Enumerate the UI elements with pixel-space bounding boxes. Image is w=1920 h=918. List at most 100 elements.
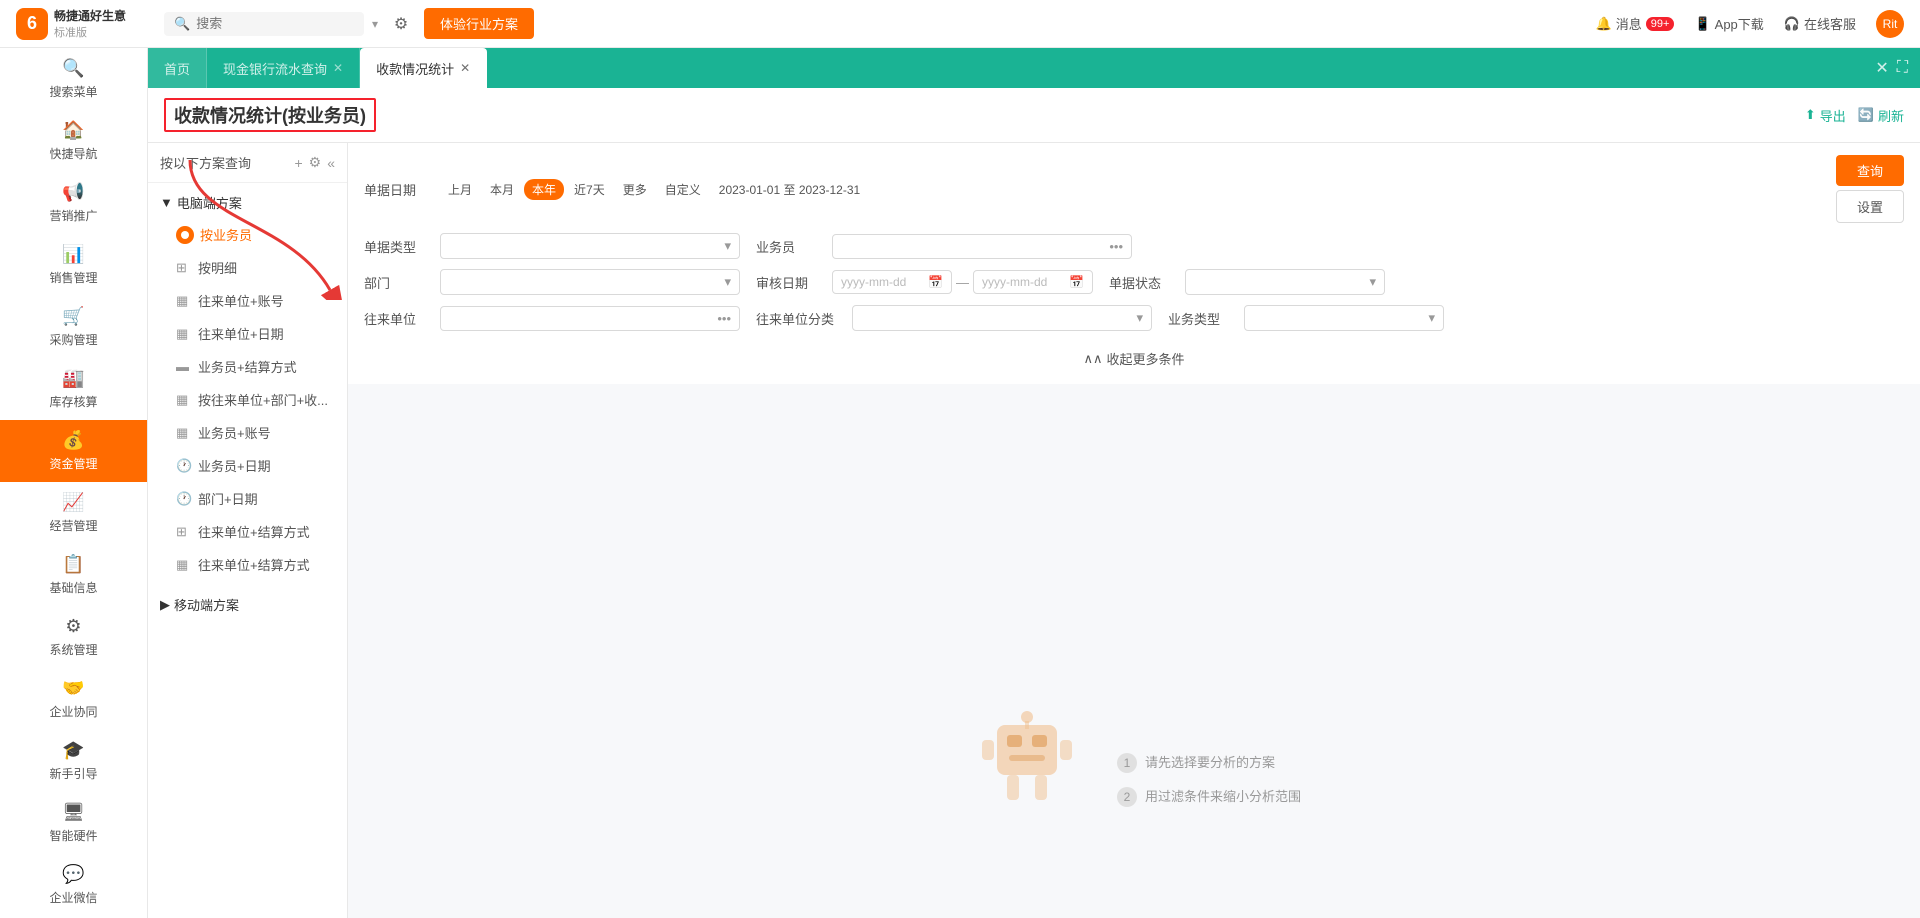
collapse-filter-button[interactable]: ∧∧ 收起更多条件	[364, 341, 1904, 376]
finance-icon: 💰	[62, 430, 84, 451]
sidebar-item-basic[interactable]: 📋 基础信息	[0, 544, 147, 606]
date-tab-custom[interactable]: 自定义	[657, 179, 709, 200]
sidebar: 🔍 搜索菜单 🏠 快捷导航 📢 营销推广 📊 销售管理 🛒 采购管理 🏭 库存核…	[0, 48, 148, 918]
sidebar-search-label: 搜索菜单	[49, 83, 97, 100]
gear-icon[interactable]: ⚙	[386, 9, 416, 39]
date-tab-lastmonth[interactable]: 上月	[440, 179, 480, 200]
date-tab-more[interactable]: 更多	[615, 179, 655, 200]
chevron-down-icon[interactable]: ▾	[372, 17, 378, 31]
salesperson-select[interactable]: •••	[832, 234, 1132, 259]
sidebar-item-marketing[interactable]: 📢 营销推广	[0, 172, 147, 234]
sidebar-item-finance[interactable]: 💰 资金管理	[0, 420, 147, 482]
review-date-start-placeholder: yyyy-mm-dd	[841, 275, 906, 289]
counterpart-select[interactable]: •••	[440, 306, 740, 331]
left-scheme-panel: 按以下方案查询 + ⚙ « ▼ 电脑端方案	[148, 143, 348, 918]
scheme-item-detail[interactable]: ⊞ 按明细	[148, 251, 347, 284]
left-panel-title: 按以下方案查询	[160, 153, 251, 172]
date-tab-thisyear[interactable]: 本年	[524, 179, 564, 200]
set-button[interactable]: 设置	[1836, 190, 1904, 223]
tab-collection-stats[interactable]: 收款情况统计 ✕	[360, 48, 487, 88]
online-service-button[interactable]: 🎧 在线客服	[1784, 14, 1856, 33]
scheme-item-sales-date[interactable]: 🕐 业务员+日期	[148, 449, 347, 482]
filter-row-2: 单据类型 ▾ 业务员 •••	[364, 233, 1904, 259]
salesperson-more-icon: •••	[1109, 239, 1123, 254]
sidebar-inventory-label: 库存核算	[49, 393, 97, 410]
tab-bank-flow-close[interactable]: ✕	[333, 61, 343, 75]
biz-type-select[interactable]: ▾	[1244, 305, 1444, 331]
date-tab-thismonth[interactable]: 本月	[482, 179, 522, 200]
review-date-start[interactable]: yyyy-mm-dd 📅	[832, 270, 952, 294]
search-input[interactable]	[196, 16, 336, 31]
sidebar-item-sales[interactable]: 📊 销售管理	[0, 234, 147, 296]
page-title: 收款情况统计(按业务员)	[164, 98, 376, 132]
sidebar-item-search[interactable]: 🔍 搜索菜单	[0, 48, 147, 110]
counterpart-more-icon: •••	[717, 311, 731, 326]
tab-bank-flow-label: 现金银行流水查询	[223, 59, 327, 78]
logo-area: 6 畅捷通好生意 标准版	[16, 7, 164, 40]
refresh-button[interactable]: 🔄 刷新	[1858, 106, 1904, 125]
page-actions: ⬆ 导出 🔄 刷新	[1805, 106, 1904, 125]
sidebar-item-operations[interactable]: 📈 经营管理	[0, 482, 147, 544]
scheme-partner-date-label: 往来单位+日期	[198, 324, 284, 343]
sidebar-item-inventory[interactable]: 🏭 库存核算	[0, 358, 147, 420]
messages-button[interactable]: 🔔 消息 99+	[1596, 14, 1675, 33]
sidebar-enterprise-label: 企业协同	[49, 703, 97, 720]
header-search-box[interactable]: 🔍	[164, 12, 364, 36]
scheme-partner-dept-label: 按往来单位+部门+收...	[198, 390, 328, 409]
dept-select[interactable]: ▾	[440, 269, 740, 295]
tab-maximize-icon[interactable]: ⛶	[1897, 59, 1908, 77]
collapse-panel-icon[interactable]: «	[327, 155, 335, 171]
scheme-item-sales-settlement[interactable]: ▬ 业务员+结算方式	[148, 350, 347, 383]
content-area: 首页 现金银行流水查询 ✕ 收款情况统计 ✕ ✕ ⛶ 收款情况统计(按业务员) …	[148, 48, 1920, 918]
sidebar-system-label: 系统管理	[49, 641, 97, 658]
sidebar-item-system[interactable]: ⚙ 系统管理	[0, 606, 147, 668]
scheme-partner-account-label: 往来单位+账号	[198, 291, 284, 310]
scheme-item-partner-settlement-2[interactable]: ▦ 往来单位+结算方式	[148, 548, 347, 581]
scheme-settings-icon[interactable]: ⚙	[309, 154, 322, 171]
sidebar-item-wechat[interactable]: 💬 企业微信	[0, 854, 147, 916]
review-date-end[interactable]: yyyy-mm-dd 📅	[973, 270, 1093, 294]
desktop-group-title[interactable]: ▼ 电脑端方案	[148, 187, 347, 218]
online-service-label: 在线客服	[1804, 14, 1856, 33]
sidebar-item-hardware[interactable]: 🖥 智能硬件	[0, 792, 147, 854]
date-separator: —	[956, 275, 969, 290]
scheme-item-partner-account[interactable]: ▦ 往来单位+账号	[148, 284, 347, 317]
scheme-item-dept-date[interactable]: 🕐 部门+日期	[148, 482, 347, 515]
home-icon: 🏠	[62, 120, 84, 141]
tab-home[interactable]: 首页	[148, 48, 207, 88]
query-button[interactable]: 查询	[1836, 155, 1904, 186]
avatar[interactable]: Rit	[1876, 10, 1904, 38]
mobile-group-title[interactable]: ▶ 移动端方案	[148, 589, 347, 620]
filter-row-4: 往来单位 ••• 往来单位分类 ▾ 业务类型 ▾	[364, 305, 1904, 331]
scheme-item-partner-dept[interactable]: ▦ 按往来单位+部门+收...	[148, 383, 347, 416]
scheme-item-partner-date[interactable]: ▦ 往来单位+日期	[148, 317, 347, 350]
tab-bank-flow[interactable]: 现金银行流水查询 ✕	[207, 48, 360, 88]
trial-button[interactable]: 体验行业方案	[424, 8, 534, 39]
scheme-item-sales-account[interactable]: ▦ 业务员+账号	[148, 416, 347, 449]
sidebar-item-enterprise[interactable]: 🤝 企业协同	[0, 668, 147, 730]
add-scheme-button[interactable]: +	[294, 155, 302, 171]
sidebar-item-purchase[interactable]: 🛒 采购管理	[0, 296, 147, 358]
doc-type-select[interactable]: ▾	[440, 233, 740, 259]
sidebar-item-guide[interactable]: 🎓 新手引导	[0, 730, 147, 792]
mobile-scheme-group: ▶ 移动端方案	[148, 585, 347, 624]
guide-icon: 🎓	[62, 740, 84, 761]
grid-icon: ⊞	[176, 260, 192, 276]
tab-collection-stats-close[interactable]: ✕	[460, 61, 470, 75]
date-tab-last7days[interactable]: 近7天	[566, 179, 613, 200]
sidebar-item-quicknav[interactable]: 🏠 快捷导航	[0, 110, 147, 172]
header-middle: 🔍 ▾ ⚙ 体验行业方案	[164, 8, 1596, 39]
messages-badge: 99+	[1646, 17, 1675, 31]
scheme-detail-label: 按明细	[198, 258, 237, 277]
counterpart-category-select[interactable]: ▾	[852, 305, 1152, 331]
review-date-inputs: yyyy-mm-dd 📅 — yyyy-mm-dd 📅	[832, 270, 1093, 294]
scheme-item-partner-settlement-1[interactable]: ⊞ 往来单位+结算方式	[148, 515, 347, 548]
table-icon-4: ▦	[176, 425, 192, 441]
doc-status-select[interactable]: ▾	[1185, 269, 1385, 295]
scheme-item-salesperson[interactable]: 按业务员	[148, 218, 347, 251]
app-download-button[interactable]: 📱 App下载	[1694, 14, 1763, 33]
left-panel-header: 按以下方案查询 + ⚙ «	[148, 143, 347, 183]
doc-status-label: 单据状态	[1109, 273, 1169, 292]
export-button[interactable]: ⬆ 导出	[1805, 106, 1846, 125]
tab-close-all-icon[interactable]: ✕	[1875, 58, 1888, 78]
